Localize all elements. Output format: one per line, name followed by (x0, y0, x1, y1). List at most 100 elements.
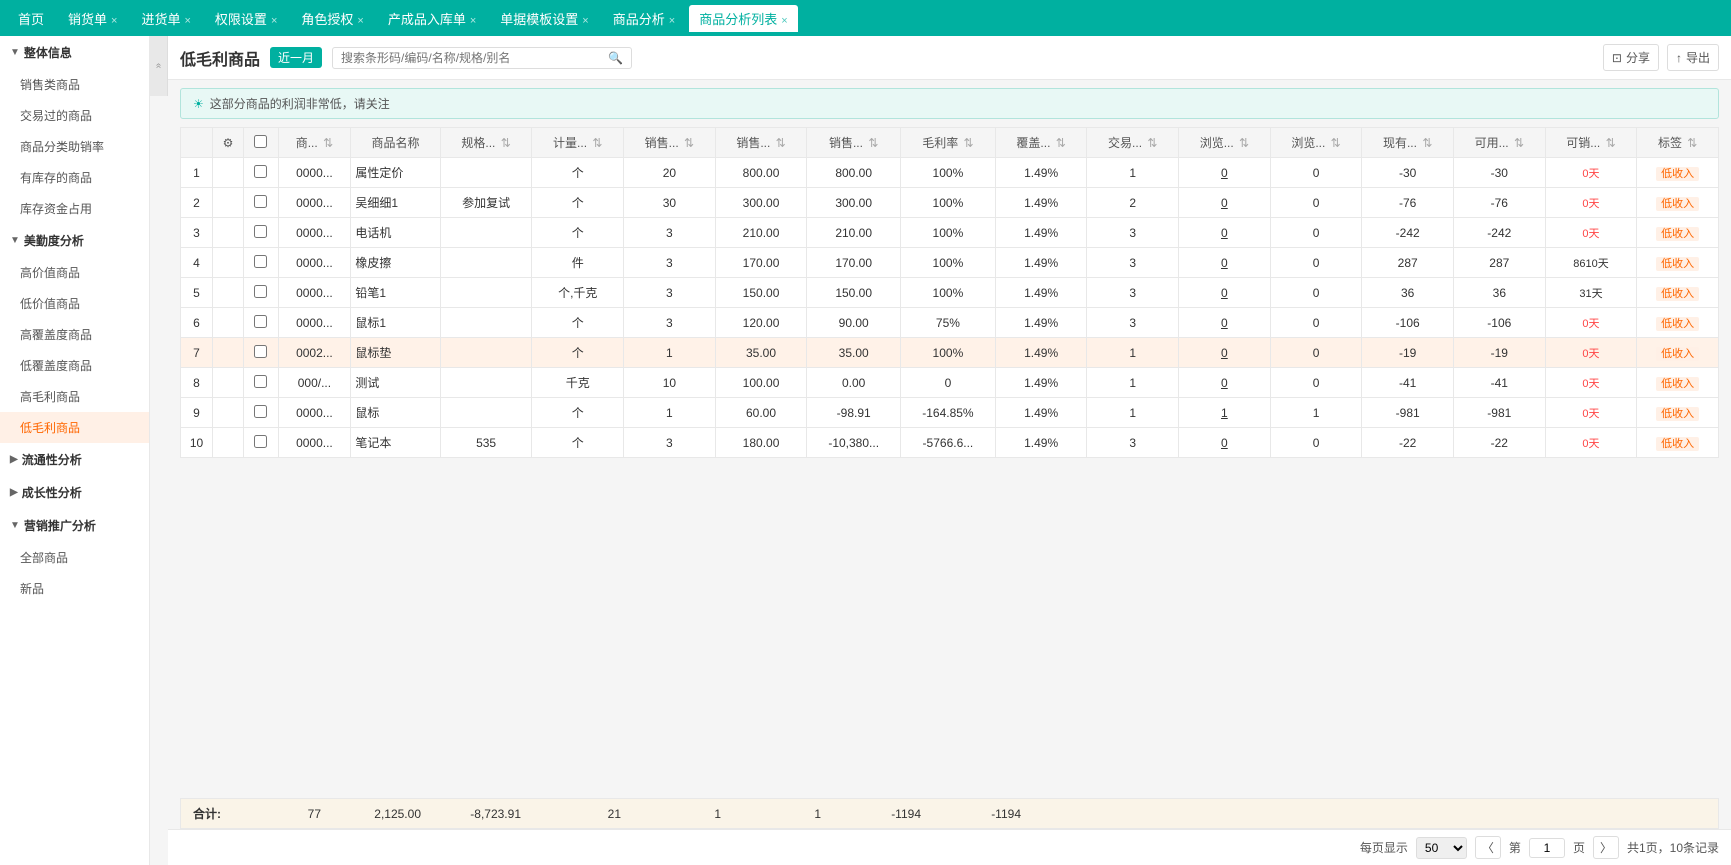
date-badge[interactable]: 近一月 (270, 47, 322, 68)
sidebar-item-全部商品[interactable]: 全部商品 (0, 542, 149, 573)
row-checkbox-cell[interactable] (244, 278, 279, 308)
close-icon[interactable]: × (669, 15, 675, 27)
nav-item-权限设置[interactable]: 权限设置× (205, 5, 287, 32)
browse1-link[interactable]: 1 (1221, 406, 1228, 420)
row-browse1[interactable]: 0 (1179, 218, 1271, 248)
sort-icon[interactable]: ⇅ (681, 136, 694, 150)
sort-icon[interactable]: ⇅ (1236, 136, 1249, 150)
row-checkbox[interactable] (254, 405, 267, 418)
sidebar-item-低覆盖度商品[interactable]: 低覆盖度商品 (0, 350, 149, 381)
close-icon[interactable]: × (357, 15, 363, 27)
browse1-link[interactable]: 0 (1221, 286, 1228, 300)
close-icon[interactable]: × (111, 15, 117, 27)
sidebar-item-销售类商品[interactable]: 销售类商品 (0, 69, 149, 100)
prev-page-btn[interactable]: 〈 (1475, 836, 1501, 859)
sort-icon[interactable]: ⇅ (960, 136, 973, 150)
nav-item-角色授权[interactable]: 角色授权× (291, 5, 373, 32)
row-checkbox-cell[interactable] (244, 398, 279, 428)
search-icon[interactable]: 🔍 (608, 51, 623, 65)
row-browse1[interactable]: 0 (1179, 368, 1271, 398)
sort-icon[interactable]: ⇅ (772, 136, 785, 150)
browse1-link[interactable]: 0 (1221, 436, 1228, 450)
sidebar-item-有库存的商品[interactable]: 有库存的商品 (0, 162, 149, 193)
row-browse1[interactable]: 0 (1179, 158, 1271, 188)
row-checkbox[interactable] (254, 195, 267, 208)
row-checkbox[interactable] (254, 255, 267, 268)
row-browse1[interactable]: 1 (1179, 398, 1271, 428)
sidebar-item-低价值商品[interactable]: 低价值商品 (0, 288, 149, 319)
sort-icon[interactable]: ⇅ (1327, 136, 1340, 150)
row-checkbox[interactable] (254, 165, 267, 178)
nav-item-首页[interactable]: 首页 (8, 5, 54, 32)
sidebar-group-成长性分析[interactable]: ▶成长性分析 (0, 476, 149, 509)
browse1-link[interactable]: 0 (1221, 256, 1228, 270)
sidebar-item-高毛利商品[interactable]: 高毛利商品 (0, 381, 149, 412)
sort-icon[interactable]: ⇅ (865, 136, 878, 150)
close-icon[interactable]: × (582, 15, 588, 27)
row-browse1[interactable]: 0 (1179, 338, 1271, 368)
row-checkbox-cell[interactable] (244, 248, 279, 278)
row-checkbox-cell[interactable] (244, 368, 279, 398)
row-checkbox-cell[interactable] (244, 188, 279, 218)
sidebar-item-交易过的商品[interactable]: 交易过的商品 (0, 100, 149, 131)
row-browse1[interactable]: 0 (1179, 278, 1271, 308)
sort-icon[interactable]: ⇅ (1602, 136, 1615, 150)
close-icon[interactable]: × (470, 15, 476, 27)
browse1-link[interactable]: 0 (1221, 226, 1228, 240)
close-icon[interactable]: × (781, 15, 787, 27)
row-browse1[interactable]: 0 (1179, 308, 1271, 338)
sort-icon[interactable]: ⇅ (320, 136, 333, 150)
sidebar-group-营销推广分析[interactable]: ▼营销推广分析 (0, 509, 149, 542)
sort-icon[interactable]: ⇅ (1144, 136, 1157, 150)
row-checkbox-cell[interactable] (244, 338, 279, 368)
browse1-link[interactable]: 0 (1221, 196, 1228, 210)
per-page-select[interactable]: 50 20 100 (1416, 837, 1467, 859)
browse1-link[interactable]: 0 (1221, 346, 1228, 360)
sort-icon[interactable]: ⇅ (1419, 136, 1432, 150)
sidebar-item-新品[interactable]: 新品 (0, 573, 149, 604)
row-checkbox-cell[interactable] (244, 308, 279, 338)
row-checkbox-cell[interactable] (244, 218, 279, 248)
close-icon[interactable]: × (271, 15, 277, 27)
sort-icon[interactable]: ⇅ (1684, 136, 1697, 150)
browse1-link[interactable]: 0 (1221, 166, 1228, 180)
sidebar-group-流通性分析[interactable]: ▶流通性分析 (0, 443, 149, 476)
row-checkbox[interactable] (254, 435, 267, 448)
page-input[interactable] (1529, 838, 1565, 858)
sidebar-collapse-btn[interactable]: « (150, 36, 168, 96)
browse1-link[interactable]: 0 (1221, 316, 1228, 330)
sidebar-item-商品分类助销率[interactable]: 商品分类助销率 (0, 131, 149, 162)
nav-item-单据模板设置[interactable]: 单据模板设置× (490, 5, 598, 32)
row-checkbox[interactable] (254, 315, 267, 328)
sort-icon[interactable]: ⇅ (1511, 136, 1524, 150)
sidebar-item-高覆盖度商品[interactable]: 高覆盖度商品 (0, 319, 149, 350)
nav-item-产成品入库单[interactable]: 产成品入库单× (378, 5, 486, 32)
sort-icon[interactable]: ⇅ (1052, 136, 1065, 150)
row-browse1[interactable]: 0 (1179, 248, 1271, 278)
sidebar-item-库存资金占用[interactable]: 库存资金占用 (0, 193, 149, 224)
row-checkbox[interactable] (254, 285, 267, 298)
sort-icon[interactable]: ⇅ (497, 136, 510, 150)
col-settings[interactable]: ⚙ (213, 128, 244, 158)
row-checkbox[interactable] (254, 225, 267, 238)
select-all-checkbox[interactable] (254, 135, 267, 148)
share-button[interactable]: ⊡ 分享 (1603, 44, 1659, 71)
browse1-link[interactable]: 0 (1221, 376, 1228, 390)
row-checkbox[interactable] (254, 375, 267, 388)
row-checkbox[interactable] (254, 345, 267, 358)
sidebar-group-美勤度分析[interactable]: ▼美勤度分析 (0, 224, 149, 257)
nav-item-商品分析[interactable]: 商品分析× (603, 5, 685, 32)
nav-item-商品分析列表[interactable]: 商品分析列表× (689, 5, 797, 32)
next-page-btn[interactable]: 〉 (1593, 836, 1619, 859)
row-browse1[interactable]: 0 (1179, 428, 1271, 458)
sidebar-group-整体信息[interactable]: ▼整体信息 (0, 36, 149, 69)
col-checkbox[interactable] (244, 128, 279, 158)
sort-icon[interactable]: ⇅ (589, 136, 602, 150)
row-checkbox-cell[interactable] (244, 158, 279, 188)
row-browse1[interactable]: 0 (1179, 188, 1271, 218)
row-checkbox-cell[interactable] (244, 428, 279, 458)
search-input[interactable] (341, 51, 608, 65)
close-icon[interactable]: × (184, 15, 190, 27)
sidebar-item-高价值商品[interactable]: 高价值商品 (0, 257, 149, 288)
export-button[interactable]: ↑ 导出 (1667, 44, 1719, 71)
